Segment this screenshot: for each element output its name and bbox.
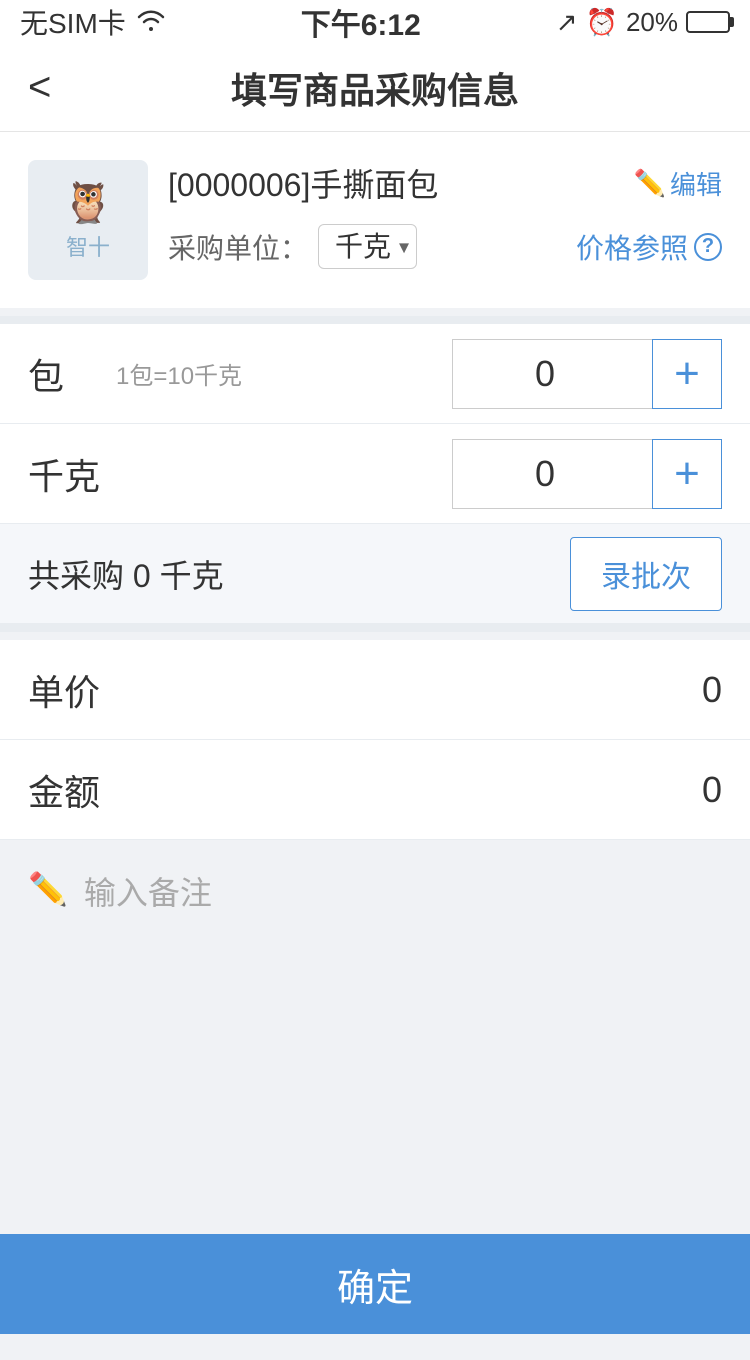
product-unit-row: 采购单位： 千克 包 价格参照 ? [168,224,722,269]
amount-label: 金额 [28,764,702,816]
nav-bar: < 填写商品采购信息 [0,44,750,132]
edit-button[interactable]: ✏️ 编辑 [634,165,722,202]
unit-price-label: 单价 [28,664,702,716]
unit-price-row: 单价 0 [0,640,750,740]
product-header: [0000006]手撕面包 ✏️ 编辑 [168,160,722,206]
input-section: 包 1包=10千克 + 千克 + 共采购 0 千克 [0,324,750,624]
price-ref-label: 价格参照 [576,227,688,267]
unit-price-value: 0 [702,669,722,711]
total-label: 共采购 0 千克 [28,551,570,597]
product-info: [0000006]手撕面包 ✏️ 编辑 采购单位： 千克 包 [168,160,722,269]
total-row: 共采购 0 千克 录批次 [0,524,750,624]
carrier-label: 无SIM卡 [20,2,126,42]
bao-input-row: 包 1包=10千克 + [0,324,750,424]
wifi-icon [136,6,166,38]
unit-selector-group: 采购单位： 千克 包 [168,224,417,269]
product-owl-icon: 🦉 [63,179,113,226]
battery-icon [686,11,730,33]
back-button[interactable]: < [28,65,51,110]
location-icon: ↗ [556,7,578,38]
main-content: 🦉 智十 [0000006]手撕面包 ✏️ 编辑 采购单位： 千克 包 [0,132,750,1360]
bao-sublabel: 1包=10千克 [116,356,452,391]
product-image: 🦉 智十 [28,160,148,280]
pencil-icon: ✏️ [28,870,68,908]
price-ref-button[interactable]: 价格参照 ? [576,227,722,267]
kg-input-wrapper: + [452,439,722,509]
product-card: 🦉 智十 [0000006]手撕面包 ✏️ 编辑 采购单位： 千克 包 [0,132,750,316]
status-bar: 无SIM卡 下午6:12 ↗ ⏰ 20% [0,0,750,44]
kg-plus-button[interactable]: + [652,439,722,509]
price-ref-icon: ? [694,233,722,261]
notes-section[interactable]: ✏️ 输入备注 [0,840,750,960]
total-prefix: 共采购 [28,558,124,594]
empty-area [0,960,750,1260]
confirm-button[interactable]: 确定 [0,1234,750,1334]
unit-label: 采购单位： [168,227,308,267]
total-amount: 0 [133,558,151,594]
total-unit: 千克 [160,558,224,594]
bao-input[interactable] [452,339,652,409]
amount-row: 金额 0 [0,740,750,840]
record-batch-button[interactable]: 录批次 [570,537,722,611]
edit-label: 编辑 [670,165,722,202]
status-right: ↗ ⏰ 20% [556,7,730,38]
status-left: 无SIM卡 [20,2,166,42]
info-section: 单价 0 金额 0 [0,640,750,840]
bao-plus-button[interactable]: + [652,339,722,409]
product-image-label: 智十 [66,230,110,262]
unit-select[interactable]: 千克 包 [318,224,417,269]
kg-input[interactable] [452,439,652,509]
kg-label: 千克 [28,448,108,500]
page-title: 填写商品采购信息 [231,62,519,114]
battery-percent: 20% [626,7,678,38]
kg-input-row: 千克 + [0,424,750,524]
edit-icon: ✏️ [634,168,666,199]
unit-select-wrapper[interactable]: 千克 包 [318,224,417,269]
amount-value: 0 [702,769,722,811]
separator-2 [0,624,750,632]
alarm-icon: ⏰ [586,7,618,38]
separator-1 [0,316,750,324]
status-time: 下午6:12 [301,0,421,44]
bao-input-wrapper: + [452,339,722,409]
notes-placeholder: 输入备注 [84,868,212,914]
bao-label: 包 [28,348,108,400]
product-name: [0000006]手撕面包 [168,160,438,206]
